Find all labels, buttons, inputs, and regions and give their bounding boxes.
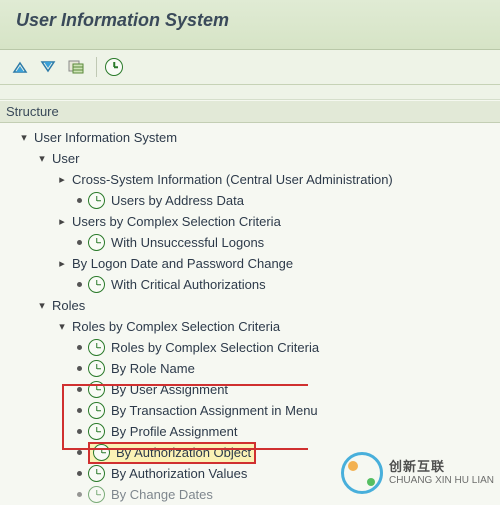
- tree-root[interactable]: ▾ User Information System: [0, 127, 500, 148]
- bullet-icon: [77, 387, 82, 392]
- clock-icon: [88, 381, 105, 398]
- tree-leaf[interactable]: ▸ By Logon Date and Password Change: [0, 253, 500, 274]
- clock-icon: [88, 465, 105, 482]
- node-label: Roles: [52, 298, 85, 313]
- tree-node-user[interactable]: ▾ User: [0, 148, 500, 169]
- toolbar-separator: [96, 57, 97, 77]
- expand-all-icon[interactable]: [10, 57, 30, 77]
- collapse-icon[interactable]: ▾: [36, 300, 48, 312]
- title-panel: User Information System: [0, 0, 500, 50]
- node-label: Roles by Complex Selection Criteria: [111, 340, 319, 355]
- spacer: [0, 85, 500, 100]
- node-label: By Transaction Assignment in Menu: [111, 403, 318, 418]
- tree-node-roles[interactable]: ▾ Roles: [0, 295, 500, 316]
- tree-leaf[interactable]: ▸ Users by Complex Selection Criteria: [0, 211, 500, 232]
- watermark-logo-icon: [341, 452, 383, 494]
- node-label: Cross-System Information (Central User A…: [72, 172, 393, 187]
- clock-icon: [88, 486, 105, 503]
- tree-node-roles-complex[interactable]: ▾ Roles by Complex Selection Criteria: [0, 316, 500, 337]
- tree-leaf[interactable]: By Role Name: [0, 358, 500, 379]
- bullet-icon: [77, 429, 82, 434]
- tree-leaf[interactable]: By Transaction Assignment in Menu: [0, 400, 500, 421]
- bullet-icon: [77, 198, 82, 203]
- structure-column-header: Structure: [0, 100, 500, 123]
- clock-icon: [88, 234, 105, 251]
- expand-icon[interactable]: ▸: [56, 258, 68, 270]
- page-title: User Information System: [16, 10, 484, 31]
- collapse-icon[interactable]: ▾: [18, 132, 30, 144]
- node-label: With Unsuccessful Logons: [111, 235, 264, 250]
- bullet-icon: [77, 240, 82, 245]
- collapse-icon[interactable]: ▾: [36, 153, 48, 165]
- node-label: By Logon Date and Password Change: [72, 256, 293, 271]
- tree-leaf[interactable]: ▸ Cross-System Information (Central User…: [0, 169, 500, 190]
- watermark-text: 创新互联 CHUANG XIN HU LIAN: [389, 460, 494, 485]
- clock-icon: [88, 360, 105, 377]
- node-label: By User Assignment: [111, 382, 228, 397]
- clock-icon: [88, 339, 105, 356]
- tree: ▾ User Information System ▾ User ▸ Cross…: [0, 123, 500, 505]
- tree-leaf[interactable]: With Critical Authorizations: [0, 274, 500, 295]
- node-label: By Authorization Object: [116, 445, 251, 460]
- bullet-icon: [77, 492, 82, 497]
- node-label: Users by Address Data: [111, 193, 244, 208]
- clock-icon: [88, 423, 105, 440]
- collapse-icon[interactable]: ▾: [56, 321, 68, 333]
- expand-icon[interactable]: ▸: [56, 216, 68, 228]
- bullet-icon: [77, 366, 82, 371]
- highlight-annotation: By Authorization Object: [88, 442, 256, 464]
- node-label: By Role Name: [111, 361, 195, 376]
- bullet-icon: [77, 408, 82, 413]
- collapse-all-icon[interactable]: [38, 57, 58, 77]
- bullet-icon: [77, 471, 82, 476]
- bullet-icon: [77, 345, 82, 350]
- tree-leaf[interactable]: Users by Address Data: [0, 190, 500, 211]
- node-label: By Profile Assignment: [111, 424, 237, 439]
- bullet-icon: [77, 282, 82, 287]
- toolbar: [0, 50, 500, 85]
- node-label: With Critical Authorizations: [111, 277, 266, 292]
- node-label: By Authorization Values: [111, 466, 247, 481]
- node-label: User: [52, 151, 79, 166]
- expand-icon[interactable]: ▸: [56, 174, 68, 186]
- node-label: Roles by Complex Selection Criteria: [72, 319, 280, 334]
- clock-icon: [88, 192, 105, 209]
- clock-icon: [88, 402, 105, 419]
- bullet-icon: [77, 450, 82, 455]
- node-label: Users by Complex Selection Criteria: [72, 214, 281, 229]
- tree-leaf[interactable]: With Unsuccessful Logons: [0, 232, 500, 253]
- clock-icon: [93, 444, 110, 461]
- execute-icon[interactable]: [107, 57, 127, 77]
- clock-icon: [88, 276, 105, 293]
- tree-leaf[interactable]: By User Assignment: [0, 379, 500, 400]
- tree-leaf[interactable]: By Profile Assignment: [0, 421, 500, 442]
- tree-leaf[interactable]: Roles by Complex Selection Criteria: [0, 337, 500, 358]
- watermark: 创新互联 CHUANG XIN HU LIAN: [341, 452, 494, 494]
- layout-icon[interactable]: [66, 57, 86, 77]
- node-label: User Information System: [34, 130, 177, 145]
